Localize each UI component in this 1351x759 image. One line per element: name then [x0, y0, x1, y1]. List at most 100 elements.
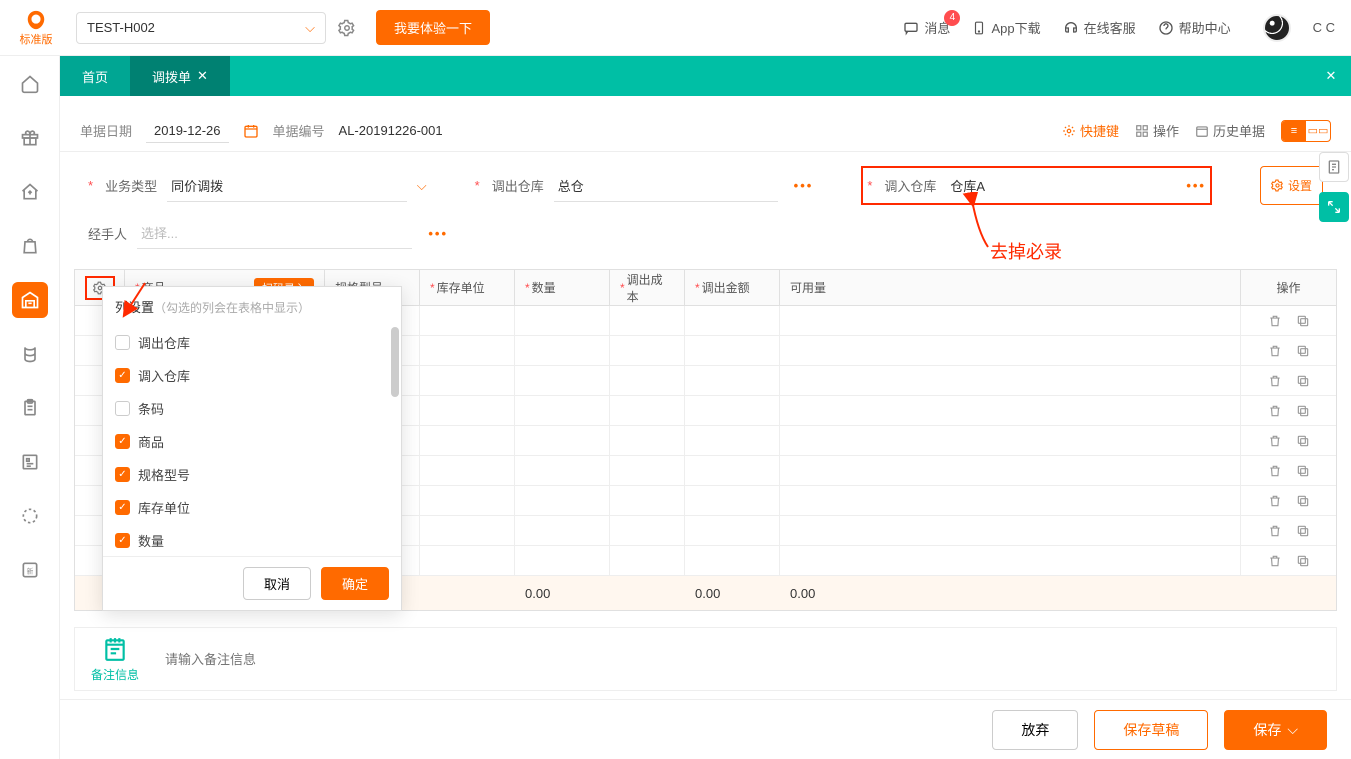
save-button[interactable]: 保存⌵ [1224, 710, 1327, 750]
column-option[interactable]: ✓规格型号 [115, 458, 389, 491]
remark-input[interactable] [155, 652, 1336, 667]
column-settings-popup: 列设置（勾选的列会在表格中显示） 调出仓库✓调入仓库条码✓商品✓规格型号✓库存单… [102, 286, 402, 611]
msg-badge: 4 [944, 10, 960, 26]
checkbox-icon[interactable]: ✓ [115, 368, 130, 383]
total-available: 0.00 [780, 576, 1241, 610]
top-bar: 标准版 TEST-H002 ⌵ 我要体验一下 消息 4 App下载 在线客服 帮… [0, 0, 1351, 56]
delete-icon[interactable] [1268, 344, 1282, 358]
scrollbar[interactable] [391, 327, 399, 397]
app-download-link[interactable]: App下载 [972, 18, 1040, 37]
calendar-icon[interactable] [243, 123, 259, 139]
checkbox-icon[interactable]: ✓ [115, 500, 130, 515]
field-biz-type[interactable]: *业务类型 同价调拨 ⌵ [88, 166, 427, 205]
column-option[interactable]: 条码 [115, 392, 389, 425]
org-selector[interactable]: TEST-H002 ⌵ [76, 12, 326, 44]
tab-home[interactable]: 首页 [60, 56, 130, 96]
column-option[interactable]: ✓商品 [115, 425, 389, 458]
copy-icon[interactable] [1296, 524, 1310, 538]
date-value[interactable]: 2019-12-26 [146, 119, 229, 143]
col-cost: *调出成本 [610, 270, 685, 305]
checkbox-icon[interactable]: ✓ [115, 533, 130, 548]
history-link[interactable]: 历史单据 [1195, 121, 1265, 140]
total-qty: 0.00 [515, 576, 610, 610]
rail-expand-icon[interactable] [1319, 192, 1349, 222]
copy-icon[interactable] [1296, 464, 1310, 478]
delete-icon[interactable] [1268, 554, 1282, 568]
date-label: 单据日期 [80, 121, 132, 140]
trial-button[interactable]: 我要体验一下 [376, 10, 490, 45]
checkbox-icon[interactable]: ✓ [115, 434, 130, 449]
customer-service-link[interactable]: 在线客服 [1063, 18, 1136, 37]
save-draft-button[interactable]: 保存草稿 [1094, 710, 1208, 750]
field-handler[interactable]: 经手人 选择... ••• [88, 217, 448, 249]
total-amount: 0.00 [685, 576, 780, 610]
discard-button[interactable]: 放弃 [992, 710, 1078, 750]
popup-cancel-button[interactable]: 取消 [243, 567, 311, 600]
help-center-link[interactable]: 帮助中心 [1158, 18, 1231, 37]
nav-report-icon[interactable] [12, 444, 48, 480]
checkbox-icon[interactable] [115, 335, 130, 350]
nav-house-up-icon[interactable] [12, 174, 48, 210]
column-option[interactable]: 调出仓库 [115, 326, 389, 359]
edition-label: 标准版 [20, 31, 53, 47]
delete-icon[interactable] [1268, 494, 1282, 508]
nav-clipboard-icon[interactable] [12, 390, 48, 426]
delete-icon[interactable] [1268, 374, 1282, 388]
column-option[interactable]: ✓调入仓库 [115, 359, 389, 392]
card-view-icon[interactable]: ▭▭ [1306, 121, 1330, 141]
delete-icon[interactable] [1268, 434, 1282, 448]
nav-bag-icon[interactable] [12, 228, 48, 264]
close-icon[interactable]: ✕ [197, 68, 208, 84]
copy-icon[interactable] [1296, 374, 1310, 388]
field-in-warehouse[interactable]: *调入仓库 仓库A ••• [861, 166, 1212, 205]
top-links: 消息 4 App下载 在线客服 帮助中心 C C [903, 14, 1335, 42]
list-view-icon[interactable]: ≡ [1282, 121, 1306, 141]
column-option[interactable]: ✓库存单位 [115, 491, 389, 524]
nav-money-icon[interactable] [12, 336, 48, 372]
column-option[interactable]: ✓数量 [115, 524, 389, 556]
more-icon: ••• [428, 226, 448, 241]
copy-icon[interactable] [1296, 494, 1310, 508]
org-name: TEST-H002 [87, 20, 155, 35]
copy-icon[interactable] [1296, 404, 1310, 418]
copy-icon[interactable] [1296, 314, 1310, 328]
delete-icon[interactable] [1268, 464, 1282, 478]
checkbox-icon[interactable] [115, 401, 130, 416]
tab-transfer[interactable]: 调拨单 ✕ [130, 56, 230, 96]
remark-icon: 备注信息 [75, 636, 155, 683]
checkbox-icon[interactable]: ✓ [115, 467, 130, 482]
popup-subtitle: （勾选的列会在表格中显示） [154, 301, 310, 315]
nav-gift-icon[interactable] [12, 120, 48, 156]
copy-icon[interactable] [1296, 434, 1310, 448]
docno-label: 单据编号 [273, 121, 325, 140]
brand-logo: 标准版 [16, 9, 56, 47]
shortcut-link[interactable]: 快捷键 [1062, 121, 1119, 140]
footer-actions: 放弃 保存草稿 保存⌵ [60, 699, 1351, 759]
nav-warehouse-icon[interactable] [12, 282, 48, 318]
popup-ok-button[interactable]: 确定 [321, 567, 389, 600]
more-icon: ••• [794, 178, 814, 193]
avatar[interactable] [1263, 14, 1291, 42]
col-operate: 操作 [1241, 270, 1336, 305]
annotation-text: 去掉必录 [990, 238, 1062, 264]
ops-link[interactable]: 操作 [1135, 121, 1179, 140]
doc-header: 单据日期 2019-12-26 单据编号 AL-20191226-001 快捷键… [60, 96, 1351, 152]
chevron-down-icon: ⌵ [417, 178, 427, 194]
view-toggle[interactable]: ≡▭▭ [1281, 120, 1331, 142]
nav-dashed-circle-icon[interactable] [12, 498, 48, 534]
settings-button[interactable]: 设置 [1260, 166, 1323, 205]
nav-new-icon[interactable]: 新 [12, 552, 48, 588]
gear-icon[interactable] [338, 19, 356, 37]
nav-home-icon[interactable] [12, 66, 48, 102]
delete-icon[interactable] [1268, 314, 1282, 328]
copy-icon[interactable] [1296, 554, 1310, 568]
delete-icon[interactable] [1268, 404, 1282, 418]
tabs-close-all[interactable]: ✕ [1311, 56, 1351, 96]
rail-note-icon[interactable] [1319, 152, 1349, 182]
copy-icon[interactable] [1296, 344, 1310, 358]
field-out-warehouse[interactable]: *调出仓库 总仓 ••• [475, 166, 814, 205]
messages-link[interactable]: 消息 4 [903, 18, 950, 37]
delete-icon[interactable] [1268, 524, 1282, 538]
more-icon: ••• [1186, 178, 1206, 193]
popup-title: 列设置 [115, 300, 154, 315]
